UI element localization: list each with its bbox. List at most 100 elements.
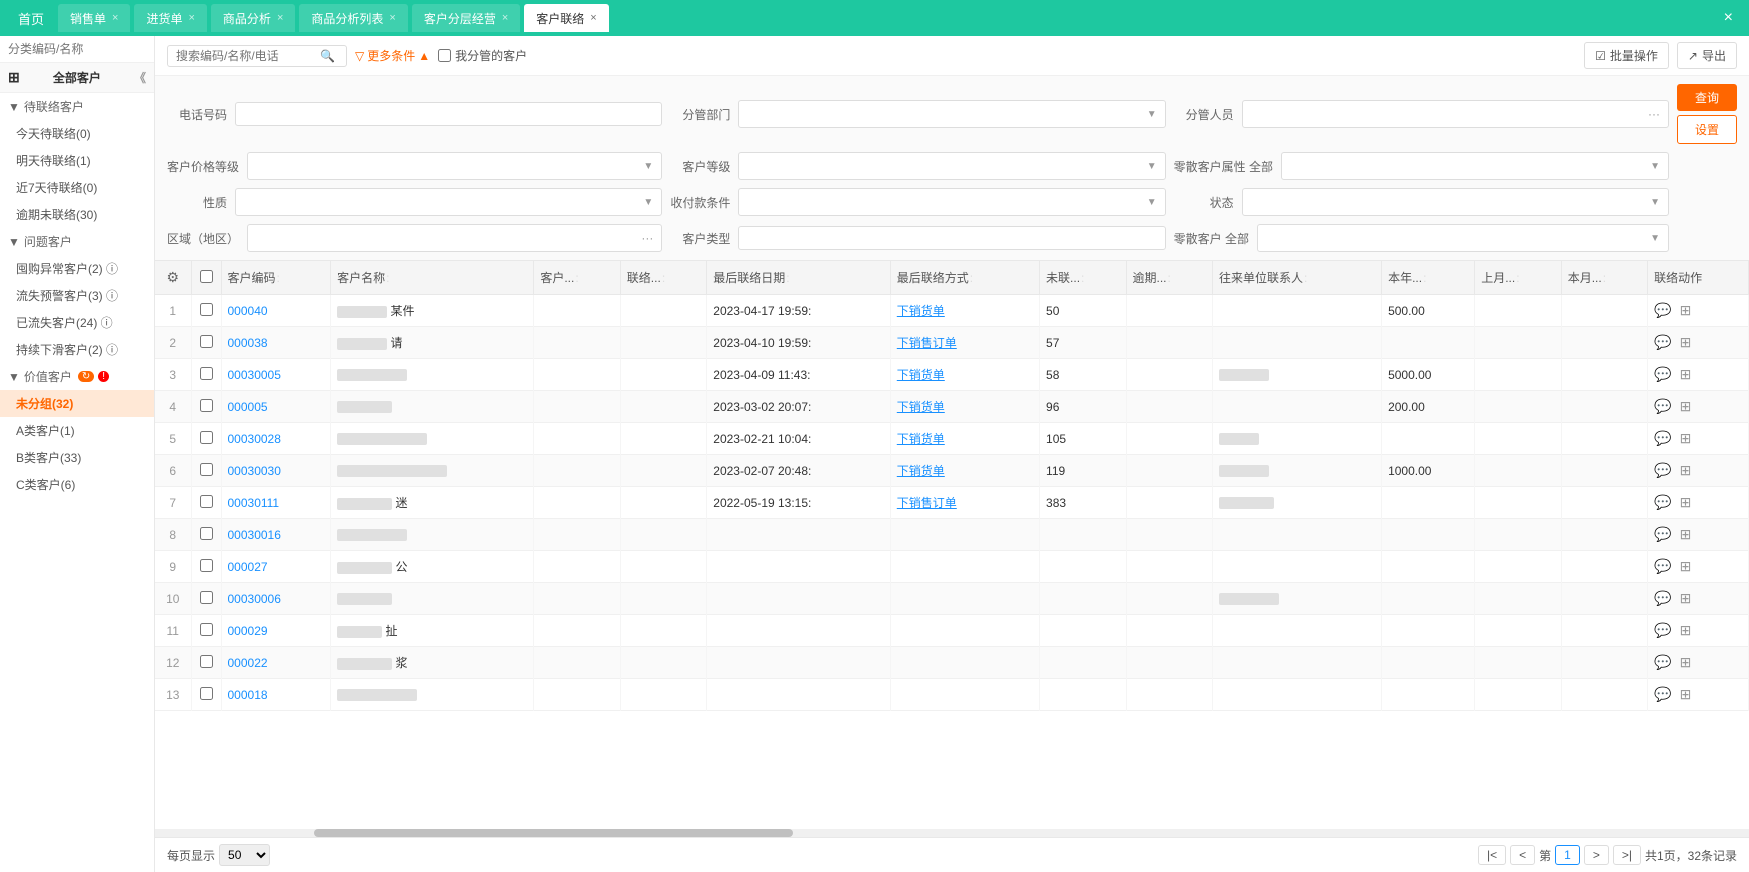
contact-icon[interactable]: 💬 <box>1654 366 1671 383</box>
row-checkbox[interactable] <box>191 551 221 583</box>
query-button[interactable]: 查询 <box>1677 84 1737 111</box>
th-this-month[interactable]: 本月...: <box>1561 261 1647 295</box>
row-checkbox[interactable] <box>191 519 221 551</box>
contact-icon[interactable]: 💬 <box>1654 654 1671 671</box>
row-checkbox[interactable] <box>191 583 221 615</box>
row-last-way[interactable]: 下销货单 <box>890 391 1039 423</box>
customer-type-input[interactable] <box>738 226 1165 250</box>
row-checkbox[interactable] <box>191 647 221 679</box>
row-checkbox[interactable] <box>191 391 221 423</box>
sidebar-group-pending[interactable]: ▼ 待联络客户 <box>0 93 154 120</box>
row-checkbox[interactable] <box>191 679 221 711</box>
more-action-icon[interactable]: ⊞ <box>1680 558 1692 575</box>
scrollbar-thumb[interactable] <box>314 829 792 837</box>
close-icon[interactable]: × <box>590 12 596 24</box>
region-input[interactable]: ··· <box>247 224 662 252</box>
next-page-btn[interactable]: > <box>1584 845 1609 865</box>
th-unlink[interactable]: 未联...: <box>1040 261 1126 295</box>
close-icon[interactable]: × <box>112 12 118 24</box>
row-last-way[interactable]: 下销货单 <box>890 423 1039 455</box>
retail-customer-select[interactable]: ▼ <box>1257 224 1669 252</box>
more-conditions-btn[interactable]: ▽ 更多条件 ▲ <box>355 47 430 64</box>
sidebar-all-customers[interactable]: ⊞ 全部客户 《 <box>0 63 154 93</box>
sidebar-item-a-class[interactable]: A类客户(1) <box>0 417 154 444</box>
sidebar-item-churn-warn[interactable]: 流失预警客户(3) ⓘ <box>0 282 154 309</box>
batch-ops-btn[interactable]: ☑ 批量操作 <box>1584 42 1669 69</box>
contact-icon[interactable]: 💬 <box>1654 622 1671 639</box>
more-action-icon[interactable]: ⊞ <box>1680 366 1692 383</box>
more-action-icon[interactable]: ⊞ <box>1680 654 1692 671</box>
th-settings[interactable]: ⚙ <box>155 261 191 295</box>
row-last-way[interactable]: 下销售订单 <box>890 487 1039 519</box>
row-checkbox[interactable] <box>191 327 221 359</box>
search-icon[interactable]: 🔍 <box>320 49 335 63</box>
current-page[interactable]: 1 <box>1555 845 1580 865</box>
more-action-icon[interactable]: ⊞ <box>1680 526 1692 543</box>
th-checkbox[interactable] <box>191 261 221 295</box>
th-customer-col[interactable]: 客户...: <box>534 261 620 295</box>
more-action-icon[interactable]: ⊞ <box>1680 430 1692 447</box>
export-btn[interactable]: ↗ 导出 <box>1677 42 1737 69</box>
more-action-icon[interactable]: ⊞ <box>1680 398 1692 415</box>
row-last-way[interactable]: 下销货单 <box>890 295 1039 327</box>
price-level-select[interactable]: ▼ <box>247 152 662 180</box>
close-icon[interactable]: × <box>389 12 395 24</box>
search-box[interactable]: 🔍 <box>167 45 347 67</box>
th-partner[interactable]: 往来单位联系人: <box>1213 261 1382 295</box>
retail-attr-select[interactable]: ▼ <box>1281 152 1669 180</box>
collapse-icon[interactable]: 《 <box>134 69 146 86</box>
row-checkbox[interactable] <box>191 359 221 391</box>
contact-icon[interactable]: 💬 <box>1654 590 1671 607</box>
tab-product-list[interactable]: 商品分析列表 × <box>299 4 407 32</box>
page-size-select[interactable]: 50 100 200 <box>219 844 270 866</box>
sidebar-item-ungroup[interactable]: 未分组(32) <box>0 390 154 417</box>
window-close-icon[interactable]: × <box>1716 9 1741 27</box>
contact-icon[interactable]: 💬 <box>1654 686 1671 703</box>
row-last-way[interactable]: 下销货单 <box>890 359 1039 391</box>
tab-purchase[interactable]: 进货单 × <box>134 4 206 32</box>
contact-icon[interactable]: 💬 <box>1654 334 1671 351</box>
more-action-icon[interactable]: ⊞ <box>1680 462 1692 479</box>
close-icon[interactable]: × <box>188 12 194 24</box>
horizontal-scrollbar[interactable] <box>155 829 1749 837</box>
contact-icon[interactable]: 💬 <box>1654 462 1671 479</box>
row-checkbox[interactable] <box>191 615 221 647</box>
sidebar-group-value[interactable]: ▼ 价值客户 ↻ ! <box>0 363 154 390</box>
category-search-input[interactable] <box>8 42 155 56</box>
row-checkbox[interactable] <box>191 487 221 519</box>
first-page-btn[interactable]: |< <box>1478 845 1506 865</box>
th-last-date[interactable]: 最后联络日期: <box>707 261 891 295</box>
tab-customer-contact[interactable]: 客户联络 × <box>524 4 608 32</box>
sidebar-group-problem[interactable]: ▼ 问题客户 <box>0 228 154 255</box>
th-last-way[interactable]: 最后联络方式: <box>890 261 1039 295</box>
th-contact-col[interactable]: 联络...: <box>620 261 706 295</box>
sidebar-item-today-pending[interactable]: 今天待联络(0) <box>0 120 154 147</box>
status-select[interactable]: ▼ <box>1242 188 1669 216</box>
tab-home[interactable]: 首页 <box>8 5 54 32</box>
my-customers-checkbox[interactable]: 我分管的客户 <box>438 47 527 64</box>
prev-page-btn[interactable]: < <box>1510 845 1535 865</box>
contact-icon[interactable]: 💬 <box>1654 558 1671 575</box>
nature-select[interactable]: ▼ <box>235 188 662 216</box>
row-checkbox[interactable] <box>191 455 221 487</box>
more-action-icon[interactable]: ⊞ <box>1680 686 1692 703</box>
row-last-way[interactable]: 下销售订单 <box>890 327 1039 359</box>
contact-icon[interactable]: 💬 <box>1654 302 1671 319</box>
more-action-icon[interactable]: ⊞ <box>1680 590 1692 607</box>
sidebar-item-churned[interactable]: 已流失客户(24) ⓘ <box>0 309 154 336</box>
sidebar-item-c-class[interactable]: C类客户(6) <box>0 471 154 498</box>
phone-input[interactable] <box>235 102 662 126</box>
department-select[interactable]: ▼ <box>738 100 1165 128</box>
reset-button[interactable]: 设置 <box>1677 115 1737 144</box>
row-last-way[interactable]: 下销货单 <box>890 455 1039 487</box>
customer-level-select[interactable]: ▼ <box>738 152 1165 180</box>
sidebar-item-7days-pending[interactable]: 近7天待联络(0) <box>0 174 154 201</box>
tab-customer-layer[interactable]: 客户分层经营 × <box>412 4 520 32</box>
sidebar-item-overdue[interactable]: 逾期未联络(30) <box>0 201 154 228</box>
sidebar-item-declining[interactable]: 持续下滑客户(2) ⓘ <box>0 336 154 363</box>
more-action-icon[interactable]: ⊞ <box>1680 494 1692 511</box>
sidebar-item-abnormal[interactable]: 囤购异常客户(2) ⓘ <box>0 255 154 282</box>
contact-icon[interactable]: 💬 <box>1654 526 1671 543</box>
th-name[interactable]: 客户名称: <box>331 261 534 295</box>
customer-search-input[interactable] <box>176 49 316 63</box>
